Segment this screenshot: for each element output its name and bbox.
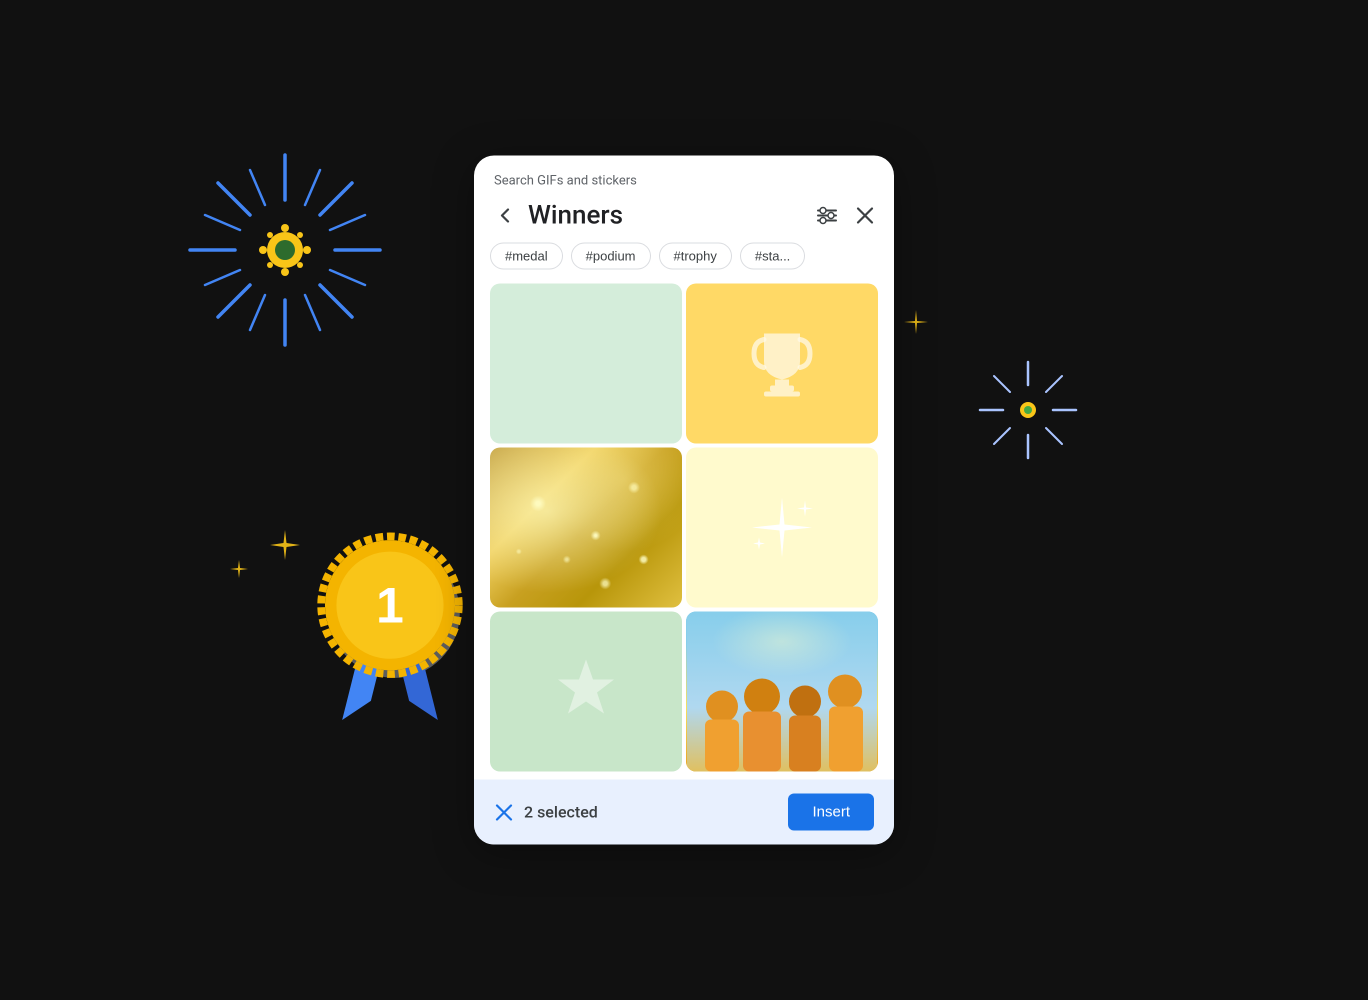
tags-row: #medal #podium #trophy #sta... bbox=[474, 243, 894, 284]
background: 1 Search GIFs and stickers Winners bbox=[0, 0, 1368, 1000]
gif-cell-5[interactable] bbox=[490, 612, 682, 772]
tag-medal[interactable]: #medal bbox=[490, 243, 563, 270]
dialog-header: Winners bbox=[474, 193, 894, 243]
gif-cell-2[interactable] bbox=[686, 284, 878, 444]
sparkle-small-left-deco bbox=[230, 560, 248, 578]
blue-starburst-deco bbox=[165, 130, 405, 370]
dialog-title: Winners bbox=[528, 201, 802, 231]
tag-trophy[interactable]: #trophy bbox=[659, 243, 732, 270]
gif-picker-dialog: Search GIFs and stickers Winners bbox=[474, 156, 894, 845]
tag-sta[interactable]: #sta... bbox=[740, 243, 805, 270]
gif-cell-6[interactable] bbox=[686, 612, 878, 772]
tag-podium[interactable]: #podium bbox=[571, 243, 651, 270]
back-button[interactable] bbox=[490, 201, 520, 231]
gif-cell-3[interactable] bbox=[490, 448, 682, 608]
gif-grid bbox=[474, 284, 894, 772]
gif-cell-4[interactable] bbox=[686, 448, 878, 608]
people-photo-bg bbox=[686, 612, 878, 772]
light-starburst-deco bbox=[968, 350, 1088, 470]
clear-selection-button[interactable] bbox=[494, 802, 514, 822]
medal-deco: 1 bbox=[290, 500, 490, 720]
gif-cell-1[interactable] bbox=[490, 284, 682, 444]
svg-text:1: 1 bbox=[376, 577, 404, 633]
filter-button[interactable] bbox=[810, 203, 844, 229]
selected-info: 2 selected bbox=[494, 802, 598, 822]
close-button[interactable] bbox=[852, 203, 878, 229]
selected-count: 2 selected bbox=[524, 803, 598, 822]
insert-button[interactable]: Insert bbox=[788, 794, 874, 831]
dialog-label: Search GIFs and stickers bbox=[474, 156, 894, 193]
sparkle-small-deco bbox=[904, 310, 928, 334]
bottom-bar: 2 selected Insert bbox=[474, 780, 894, 845]
sparkle-left-deco bbox=[270, 530, 300, 560]
